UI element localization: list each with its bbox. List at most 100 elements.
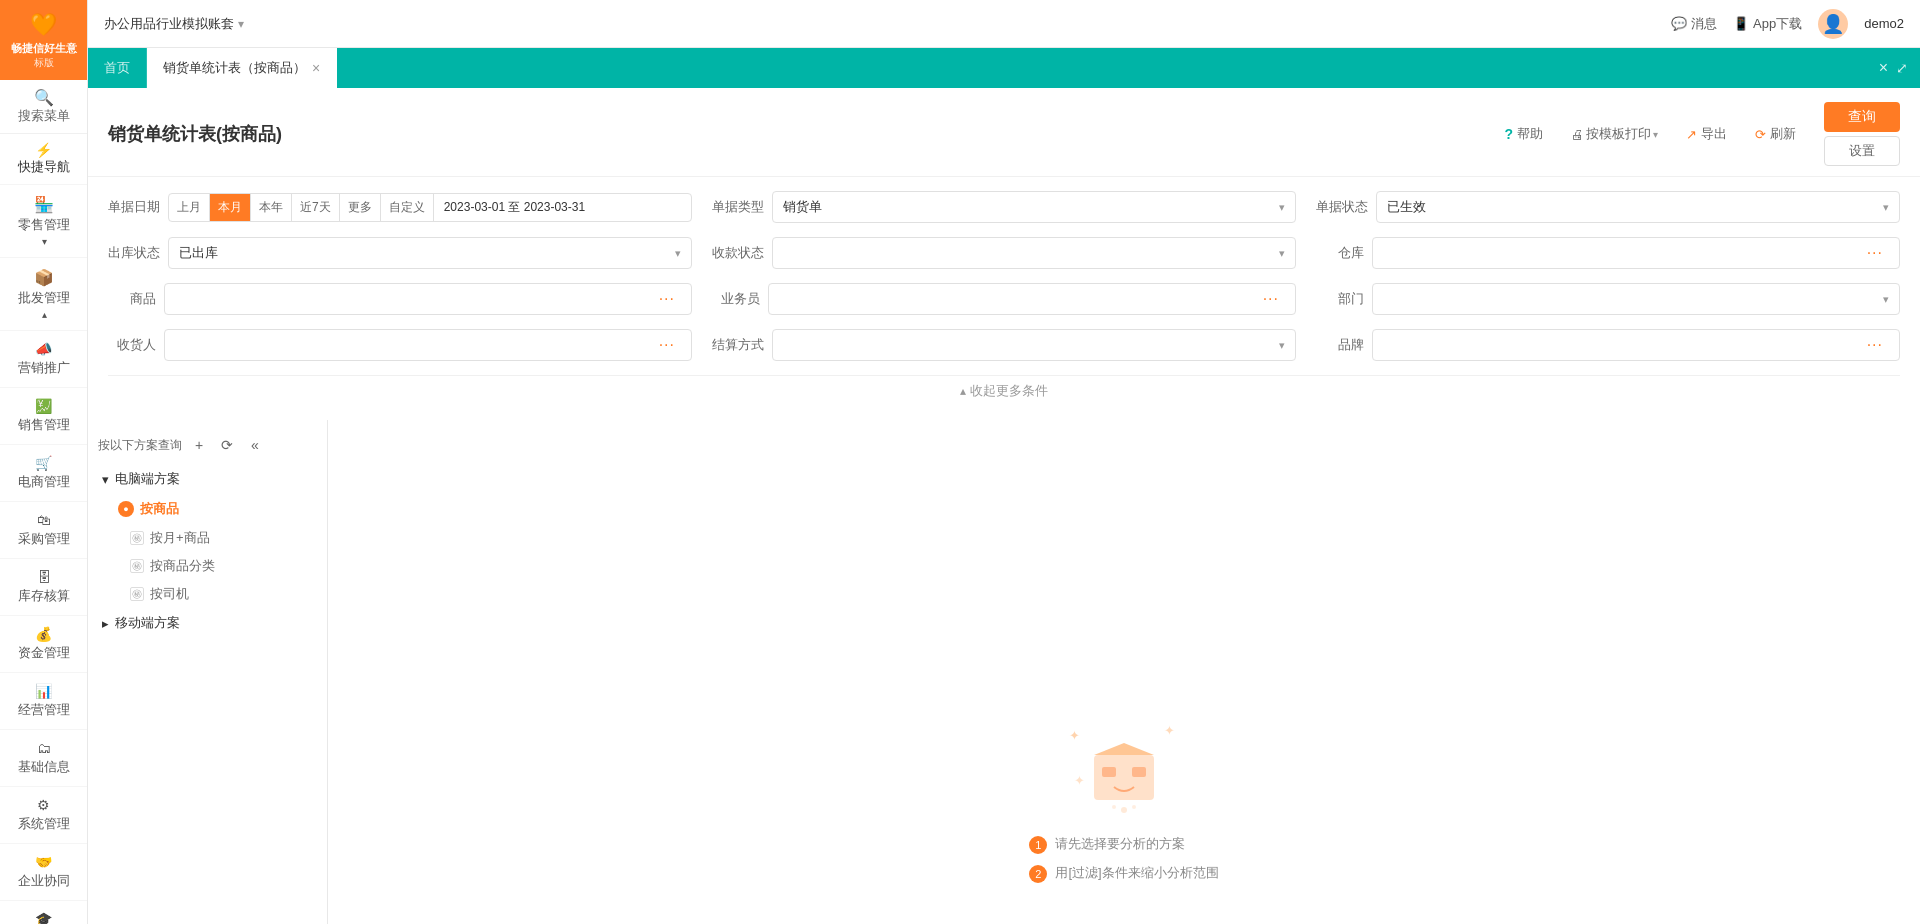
logo[interactable]: 🧡 畅捷信好生意 标版 [0, 0, 87, 80]
sidebar-quick-nav[interactable]: ⚡ 快捷导航 [0, 134, 87, 185]
doc-status-label: 单据状态 [1316, 198, 1376, 216]
subitem-label-2: 按商品分类 [150, 557, 215, 575]
collapse-bar[interactable]: ▴ 收起更多条件 [108, 375, 1900, 406]
tab-home-label: 首页 [104, 59, 130, 77]
message-action[interactable]: 💬 消息 [1671, 15, 1717, 33]
panel-subitem-by-month-goods[interactable]: ㊙ 按月+商品 [98, 524, 317, 552]
date-range-value: 2023-03-01 至 2023-03-31 [434, 194, 691, 221]
panel-add-btn[interactable]: + [188, 434, 210, 456]
avatar-initial: 👤 [1822, 13, 1844, 35]
svg-text:✦: ✦ [1074, 773, 1085, 788]
date-tab-thisyear[interactable]: 本年 [251, 194, 292, 221]
settings-button[interactable]: 设置 [1824, 136, 1900, 166]
pc-section-header[interactable]: ▾ 电脑端方案 [98, 464, 317, 494]
sidebar-item-operations[interactable]: 📊 经营管理 [0, 673, 87, 730]
mobile-section-header[interactable]: ▸ 移动端方案 [98, 608, 317, 638]
export-icon: ↗ [1686, 127, 1697, 142]
svg-point-7 [1121, 807, 1127, 813]
filter-date: 单据日期 上月 本月 本年 近7天 更多 自定义 2023-03-01 至 20… [108, 193, 692, 222]
marketing-label: 营销推广 [18, 359, 70, 377]
tab-home[interactable]: 首页 [88, 48, 147, 88]
refresh-label: 刷新 [1770, 125, 1796, 143]
close-tab-action[interactable]: × [1879, 59, 1888, 77]
panel-subitem-by-sku[interactable]: ㊙ 按司机 [98, 580, 317, 608]
account-dropdown-arrow: ▾ [238, 17, 244, 31]
date-tab-lastmonth[interactable]: 上月 [169, 194, 210, 221]
empty-svg: ✦ ✦ ✦ [1064, 715, 1184, 815]
panel-refresh-btn[interactable]: ⟳ [216, 434, 238, 456]
sidebar-item-wholesale[interactable]: 📦 批发管理 ▴ [0, 258, 87, 331]
app-download-action[interactable]: 📱 App下载 [1733, 15, 1802, 33]
brand-dots[interactable]: ··· [1861, 336, 1889, 354]
sales-icon: 💹 [35, 398, 52, 414]
goods-control[interactable]: ··· [164, 283, 692, 315]
filter-doc-type: 单据类型 销货单 ▾ [712, 191, 1296, 223]
date-tab-7days[interactable]: 近7天 [292, 194, 340, 221]
template-print-button[interactable]: 🖨 按模板打印 ▾ [1563, 121, 1666, 147]
sidebar-item-base[interactable]: 🗂 基础信息 [0, 730, 87, 787]
receiver-dots[interactable]: ··· [653, 336, 681, 354]
page-container: 销货单统计表(按商品) ? 帮助 🖨 按模板打印 ▾ ↗ 导出 [88, 88, 1920, 924]
dept-control[interactable]: ▾ [1372, 283, 1900, 315]
salesman-dots[interactable]: ··· [1257, 290, 1285, 308]
payment-status-control[interactable]: ▾ [772, 237, 1296, 269]
filter-goods: 商品 ··· [108, 283, 692, 315]
pc-section-arrow: ▾ [102, 472, 109, 487]
panel-subitem-by-goods-category[interactable]: ㊙ 按商品分类 [98, 552, 317, 580]
sidebar-item-newbie[interactable]: 🎓 新手引导 [0, 901, 87, 924]
sidebar-item-retail[interactable]: 🏪 零售管理 ▾ [0, 185, 87, 258]
date-tab-thismonth[interactable]: 本月 [210, 194, 251, 221]
sidebar-item-marketing[interactable]: 📣 营销推广 [0, 331, 87, 388]
maximize-tab-action[interactable]: ⤢ [1896, 60, 1908, 76]
user-avatar[interactable]: 👤 [1818, 9, 1848, 39]
logo-text: 畅捷信好生意 [6, 41, 81, 56]
operations-icon: 📊 [35, 683, 52, 699]
warehouse2-control[interactable]: ··· [1372, 237, 1900, 269]
date-tab-more[interactable]: 更多 [340, 194, 381, 221]
doc-type-value: 销货单 [783, 198, 822, 216]
wholesale-label: 批发管理 [18, 289, 70, 307]
sidebar-item-ecommerce[interactable]: 🛒 电商管理 [0, 445, 87, 502]
panel-collapse-btn[interactable]: « [244, 434, 266, 456]
doc-status-control[interactable]: 已生效 ▾ [1376, 191, 1900, 223]
export-button[interactable]: ↗ 导出 [1678, 121, 1735, 147]
svg-point-9 [1112, 805, 1116, 809]
sidebar-item-system[interactable]: ⚙ 系统管理 [0, 787, 87, 844]
account-dropdown[interactable]: 办公用品行业模拟账套 ▾ [104, 15, 244, 33]
salesman-control[interactable]: ··· [768, 283, 1296, 315]
dept-arrow: ▾ [1883, 293, 1889, 306]
help-button[interactable]: ? 帮助 [1496, 121, 1551, 147]
tab-sales-stat[interactable]: 销货单统计表（按商品） × [147, 48, 337, 88]
enterprise-coop-label: 企业协同 [18, 872, 70, 890]
subitem-icon-1: ㊙ [130, 531, 144, 545]
svg-point-8 [1132, 805, 1136, 809]
panel-mobile-section: ▸ 移动端方案 [88, 608, 327, 638]
active-item-icon: ● [118, 501, 134, 517]
empty-state: ✦ ✦ ✦ 1 请先选 [328, 420, 1920, 924]
sidebar-item-procurement[interactable]: 🛍 采购管理 [0, 502, 87, 559]
receiver-control[interactable]: ··· [164, 329, 692, 361]
enterprise-coop-icon: 🤝 [35, 854, 52, 870]
query-button[interactable]: 查询 [1824, 102, 1900, 132]
warehouse-status-control[interactable]: 已出库 ▾ [168, 237, 692, 269]
warehouse2-dots[interactable]: ··· [1861, 244, 1889, 262]
system-label: 系统管理 [18, 815, 70, 833]
subitem-icon-3: ㊙ [130, 587, 144, 601]
doc-type-control[interactable]: 销货单 ▾ [772, 191, 1296, 223]
brand-control[interactable]: ··· [1372, 329, 1900, 361]
settlement-control[interactable]: ▾ [772, 329, 1296, 361]
sidebar-item-sales[interactable]: 💹 销售管理 [0, 388, 87, 445]
goods-dots[interactable]: ··· [653, 290, 681, 308]
base-label: 基础信息 [18, 758, 70, 776]
warehouse-status-value: 已出库 [179, 244, 218, 262]
panel-item-by-goods[interactable]: ● 按商品 [98, 494, 317, 524]
sidebar-item-enterprise-coop[interactable]: 🤝 企业协同 [0, 844, 87, 901]
subitem-icon-2: ㊙ [130, 559, 144, 573]
sidebar-item-inventory[interactable]: 🗄 库存核算 [0, 559, 87, 616]
tab-close-button[interactable]: × [312, 60, 320, 76]
search-menu[interactable]: 🔍 搜索菜单 [0, 80, 87, 134]
date-tab-custom[interactable]: 自定义 [381, 194, 434, 221]
refresh-button[interactable]: ⟳ 刷新 [1747, 121, 1804, 147]
sidebar-item-finance[interactable]: 💰 资金管理 [0, 616, 87, 673]
topbar: 办公用品行业模拟账套 ▾ 💬 消息 📱 App下载 👤 demo2 [88, 0, 1920, 48]
